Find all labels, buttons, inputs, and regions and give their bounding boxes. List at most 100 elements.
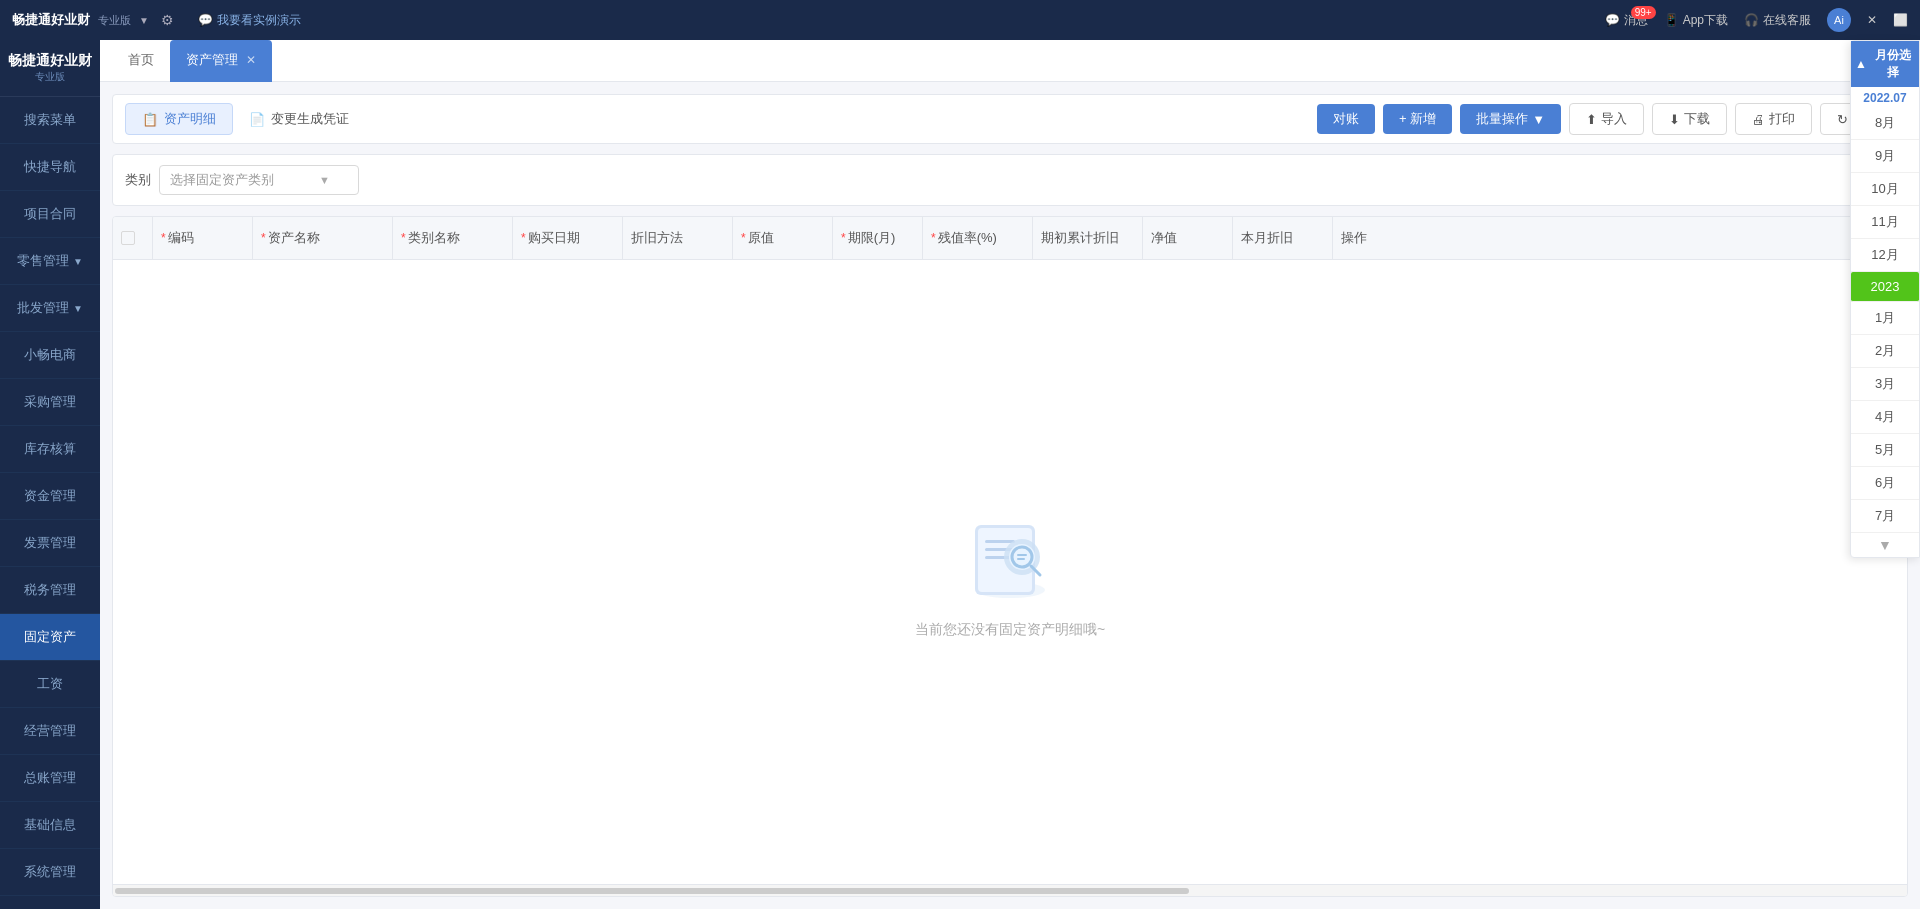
batch-button[interactable]: 批量操作 ▼ bbox=[1460, 104, 1561, 134]
message-button[interactable]: 💬 消息 99+ bbox=[1605, 12, 1648, 29]
sidebar-item-purchase[interactable]: 采购管理 bbox=[0, 379, 100, 426]
sidebar: 畅捷通好业财 专业版 搜索菜单 快捷导航 项目合同 零售管理 ▼ 批发管理 ▼ … bbox=[0, 40, 100, 909]
sidebar-item-tax[interactable]: 税务管理 bbox=[0, 567, 100, 614]
svg-rect-10 bbox=[1017, 554, 1027, 556]
import-button[interactable]: ⬆ 导入 bbox=[1569, 103, 1644, 135]
month-item-7[interactable]: 7月 bbox=[1851, 500, 1919, 533]
demo-icon: 💬 bbox=[198, 13, 213, 27]
print-button[interactable]: 🖨 打印 bbox=[1735, 103, 1812, 135]
month-panel-footer: ▼ bbox=[1851, 533, 1919, 557]
tab-assets-mgmt[interactable]: 资产管理 ✕ bbox=[170, 40, 272, 82]
th-category: * 类别名称 bbox=[393, 217, 513, 259]
sidebar-item-wholesale[interactable]: 批发管理 ▼ bbox=[0, 285, 100, 332]
month-item-3[interactable]: 3月 bbox=[1851, 368, 1919, 401]
sidebar-item-retail[interactable]: 零售管理 ▼ bbox=[0, 238, 100, 285]
empty-illustration bbox=[950, 505, 1070, 605]
sidebar-edition: 专业版 bbox=[8, 70, 92, 84]
month-item-12[interactable]: 12月 bbox=[1851, 239, 1919, 272]
month-prev-icon[interactable]: ▲ bbox=[1855, 57, 1867, 71]
th-purchase-date: * 购买日期 bbox=[513, 217, 623, 259]
month-item-5[interactable]: 5月 bbox=[1851, 434, 1919, 467]
month-item-1[interactable]: 1月 bbox=[1851, 302, 1919, 335]
change-voucher-icon: 📄 bbox=[249, 112, 265, 127]
sidebar-item-basic[interactable]: 基础信息 bbox=[0, 802, 100, 849]
th-operation: 操作 bbox=[1333, 217, 1413, 259]
tab-home[interactable]: 首页 bbox=[112, 40, 170, 82]
empty-text: 当前您还没有固定资产明细哦~ bbox=[915, 621, 1105, 639]
avatar: Ai bbox=[1827, 8, 1851, 32]
select-all-checkbox[interactable] bbox=[121, 231, 135, 245]
demo-link[interactable]: 💬 我要看实例演示 bbox=[198, 12, 301, 29]
tab-home-label: 首页 bbox=[128, 51, 154, 69]
tab-assets-label: 资产管理 bbox=[186, 51, 238, 69]
download-icon: ⬇ bbox=[1669, 112, 1680, 127]
sidebar-item-system[interactable]: 系统管理 bbox=[0, 849, 100, 896]
change-voucher-label: 变更生成凭证 bbox=[271, 110, 349, 128]
th-checkbox[interactable] bbox=[113, 217, 153, 259]
sidebar-item-ecommerce[interactable]: 小畅电商 bbox=[0, 332, 100, 379]
reconcile-button[interactable]: 对账 bbox=[1317, 104, 1375, 134]
month-item-10[interactable]: 10月 bbox=[1851, 173, 1919, 206]
online-service-label: 在线客服 bbox=[1763, 12, 1811, 29]
window-close-button[interactable]: ✕ bbox=[1867, 13, 1877, 27]
month-item-2[interactable]: 2月 bbox=[1851, 335, 1919, 368]
app-brand: 畅捷通好业财 bbox=[12, 11, 90, 29]
sidebar-item-payroll[interactable]: 工资 bbox=[0, 661, 100, 708]
settings-icon[interactable]: ⚙ bbox=[161, 12, 174, 28]
user-avatar[interactable]: Ai bbox=[1827, 8, 1851, 32]
sidebar-item-invoice[interactable]: 发票管理 bbox=[0, 520, 100, 567]
import-icon: ⬆ bbox=[1586, 112, 1597, 127]
sidebar-item-quick-nav[interactable]: 快捷导航 bbox=[0, 144, 100, 191]
close-icon: ✕ bbox=[1867, 13, 1877, 27]
tab-close-icon[interactable]: ✕ bbox=[246, 53, 256, 67]
sidebar-logo: 畅捷通好业财 专业版 bbox=[0, 40, 100, 97]
sidebar-item-project[interactable]: 项目合同 bbox=[0, 191, 100, 238]
add-button[interactable]: + 新增 bbox=[1383, 104, 1452, 134]
month-item-6[interactable]: 6月 bbox=[1851, 467, 1919, 500]
table-header: * 编码 * 资产名称 * 类别名称 * 购买日期 bbox=[113, 217, 1907, 260]
asset-detail-icon: 📋 bbox=[142, 112, 158, 127]
app-download-button[interactable]: 📱 App下载 bbox=[1664, 12, 1728, 29]
th-depreciation-method: 折旧方法 bbox=[623, 217, 733, 259]
download-label: 下载 bbox=[1684, 110, 1710, 128]
horizontal-scrollbar[interactable] bbox=[113, 884, 1907, 896]
month-panel-header: ▲ 月份选择 bbox=[1851, 41, 1919, 87]
month-item-4[interactable]: 4月 bbox=[1851, 401, 1919, 434]
app-download-label: App下载 bbox=[1683, 12, 1728, 29]
sidebar-item-operations[interactable]: 经营管理 bbox=[0, 708, 100, 755]
refresh-icon: ↻ bbox=[1837, 112, 1848, 127]
sidebar-item-finance[interactable]: 资金管理 bbox=[0, 473, 100, 520]
wholesale-arrow-icon: ▼ bbox=[73, 303, 83, 314]
window-maximize-button[interactable]: ⬜ bbox=[1893, 13, 1908, 27]
dropdown-arrow-icon: ▼ bbox=[319, 174, 330, 186]
month-item-8[interactable]: 8月 bbox=[1851, 107, 1919, 140]
download-button[interactable]: ⬇ 下载 bbox=[1652, 103, 1727, 135]
download-icon: 📱 bbox=[1664, 13, 1679, 27]
panel-collapse-icon[interactable]: ▼ bbox=[1878, 537, 1892, 553]
category-dropdown[interactable]: 选择固定资产类别 ▼ bbox=[159, 165, 359, 195]
th-original-value: * 原值 bbox=[733, 217, 833, 259]
maximize-icon: ⬜ bbox=[1893, 13, 1908, 27]
account-dropdown[interactable]: ▼ bbox=[139, 15, 149, 26]
online-service-button[interactable]: 🎧 在线客服 bbox=[1744, 12, 1811, 29]
page-content: 📋 资产明细 📄 变更生成凭证 对账 + 新增 批量操作 ▼ bbox=[100, 82, 1920, 909]
print-icon: 🖨 bbox=[1752, 112, 1765, 127]
table-empty-state: 当前您还没有固定资产明细哦~ bbox=[113, 260, 1907, 884]
year-2023-badge: 2023 bbox=[1851, 272, 1919, 302]
sidebar-item-assets[interactable]: 固定资产 bbox=[0, 614, 100, 661]
month-item-9[interactable]: 9月 bbox=[1851, 140, 1919, 173]
scrollbar-thumb[interactable] bbox=[115, 888, 1189, 894]
asset-table: * 编码 * 资产名称 * 类别名称 * 购买日期 bbox=[112, 216, 1908, 897]
sub-tab-change-voucher[interactable]: 📄 变更生成凭证 bbox=[233, 104, 365, 134]
batch-label: 批量操作 bbox=[1476, 110, 1528, 128]
sidebar-item-inventory[interactable]: 库存核算 bbox=[0, 426, 100, 473]
month-selector-panel: ▲ 月份选择 2022.07 8月 9月 10月 11月 12月 2023 1月… bbox=[1850, 40, 1920, 558]
month-item-11[interactable]: 11月 bbox=[1851, 206, 1919, 239]
category-placeholder: 选择固定资产类别 bbox=[170, 171, 274, 189]
sub-tab-asset-detail[interactable]: 📋 资产明细 bbox=[125, 103, 233, 135]
sidebar-item-ledger[interactable]: 总账管理 bbox=[0, 755, 100, 802]
month-list: 8月 9月 10月 11月 12月 2023 1月 2月 3月 4月 5月 6月… bbox=[1851, 107, 1919, 533]
month-panel-title: 月份选择 bbox=[1871, 47, 1915, 81]
svg-rect-11 bbox=[1017, 558, 1025, 560]
sidebar-item-search[interactable]: 搜索菜单 bbox=[0, 97, 100, 144]
